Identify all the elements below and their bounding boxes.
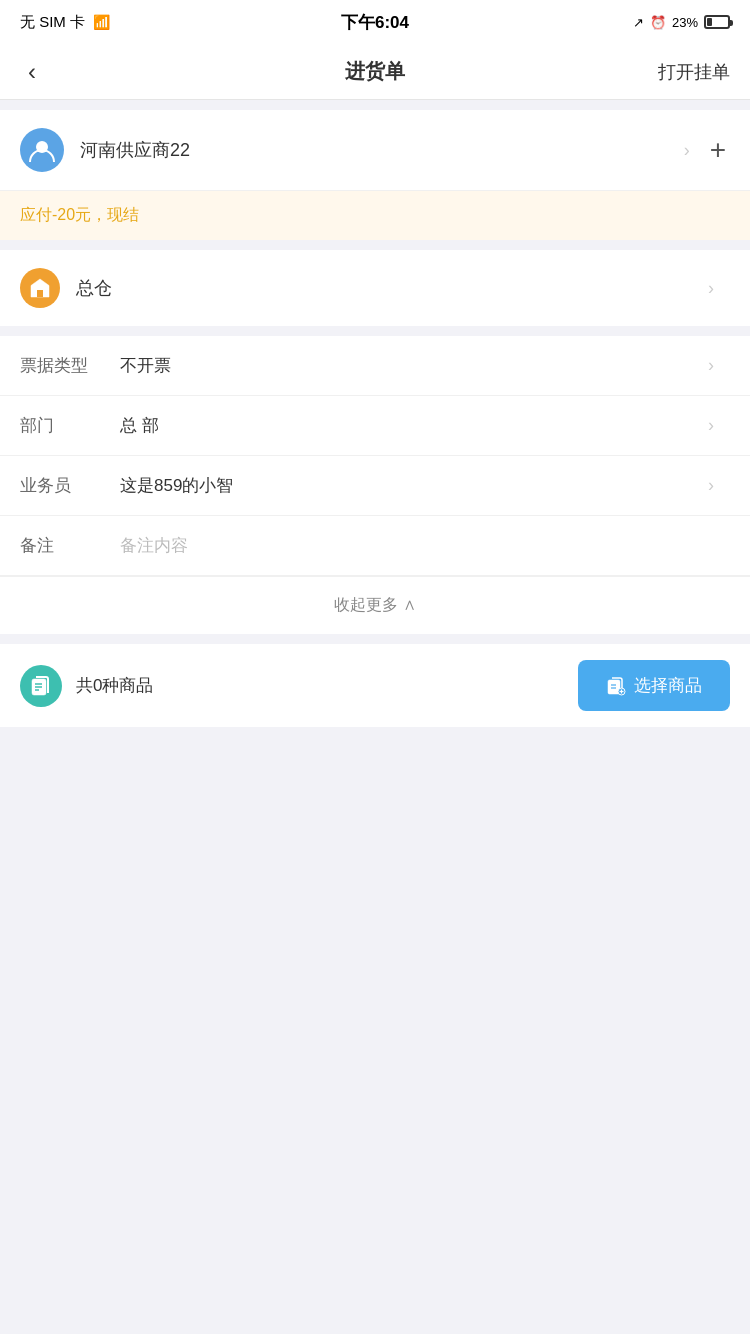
department-chevron-icon: › — [708, 415, 714, 436]
warehouse-icon — [20, 268, 60, 308]
invoice-type-row[interactable]: 票据类型 不开票 › — [0, 336, 750, 396]
status-bar-right: ↗ ⏰ 23% — [633, 15, 730, 30]
invoice-type-value: 不开票 — [120, 354, 708, 377]
select-product-icon — [606, 676, 626, 696]
wifi-icon: 📶 — [93, 14, 110, 30]
remark-row[interactable]: 备注 备注内容 — [0, 516, 750, 576]
notice-banner: 应付-20元，现结 — [0, 191, 750, 240]
battery-icon — [704, 15, 730, 29]
invoice-type-label: 票据类型 — [20, 354, 120, 377]
warehouse-row[interactable]: 总仓 › — [0, 250, 750, 326]
select-product-label: 选择商品 — [634, 674, 702, 697]
department-value: 总 部 — [120, 414, 708, 437]
supplier-avatar — [20, 128, 64, 172]
remark-label: 备注 — [20, 534, 120, 557]
nav-bar: ‹ 进货单 打开挂单 — [0, 44, 750, 100]
section-gap-1 — [0, 240, 750, 250]
product-count-text: 共0种商品 — [76, 674, 153, 697]
page-title: 进货单 — [345, 58, 405, 85]
status-bar: 无 SIM 卡 📶 下午6:04 ↗ ⏰ 23% — [0, 0, 750, 44]
status-bar-time: 下午6:04 — [341, 11, 409, 34]
salesperson-value: 这是859的小智 — [120, 474, 708, 497]
salesperson-row[interactable]: 业务员 这是859的小智 › — [0, 456, 750, 516]
department-row[interactable]: 部门 总 部 › — [0, 396, 750, 456]
open-pending-button[interactable]: 打开挂单 — [658, 60, 730, 84]
supplier-row[interactable]: 河南供应商22 › + — [0, 110, 750, 191]
salesperson-chevron-icon: › — [708, 475, 714, 496]
supplier-chevron-icon: › — [684, 140, 690, 161]
location-icon: ↗ — [633, 15, 644, 30]
product-count-container: 共0种商品 — [20, 665, 153, 707]
bottom-bar: 共0种商品 选择商品 — [0, 644, 750, 727]
collapse-text: 收起更多 ∧ — [334, 595, 415, 616]
notice-text: 应付-20元，现结 — [20, 206, 139, 223]
salesperson-label: 业务员 — [20, 474, 120, 497]
supplier-name: 河南供应商22 — [80, 138, 684, 162]
carrier-text: 无 SIM 卡 — [20, 13, 85, 32]
section-divider-1 — [0, 100, 750, 110]
battery-text: 23% — [672, 15, 698, 30]
supplier-section: 河南供应商22 › + 应付-20元，现结 — [0, 110, 750, 240]
department-label: 部门 — [20, 414, 120, 437]
svg-rect-1 — [37, 290, 43, 297]
invoice-type-chevron-icon: › — [708, 355, 714, 376]
add-supplier-button[interactable]: + — [706, 134, 730, 166]
section-gap-2 — [0, 326, 750, 336]
form-section: 票据类型 不开票 › 部门 总 部 › 业务员 这是859的小智 › 备注 备注… — [0, 336, 750, 634]
warehouse-chevron-icon: › — [708, 278, 714, 299]
page-background — [0, 727, 750, 1027]
status-bar-left: 无 SIM 卡 📶 — [20, 13, 110, 32]
remark-input[interactable]: 备注内容 — [120, 534, 730, 557]
warehouse-name: 总仓 — [76, 276, 708, 300]
product-count-icon — [20, 665, 62, 707]
collapse-button[interactable]: 收起更多 ∧ — [0, 576, 750, 634]
back-button[interactable]: ‹ — [20, 50, 44, 94]
alarm-icon: ⏰ — [650, 15, 666, 30]
section-gap-3 — [0, 634, 750, 644]
warehouse-section: 总仓 › — [0, 250, 750, 326]
select-product-button[interactable]: 选择商品 — [578, 660, 730, 711]
